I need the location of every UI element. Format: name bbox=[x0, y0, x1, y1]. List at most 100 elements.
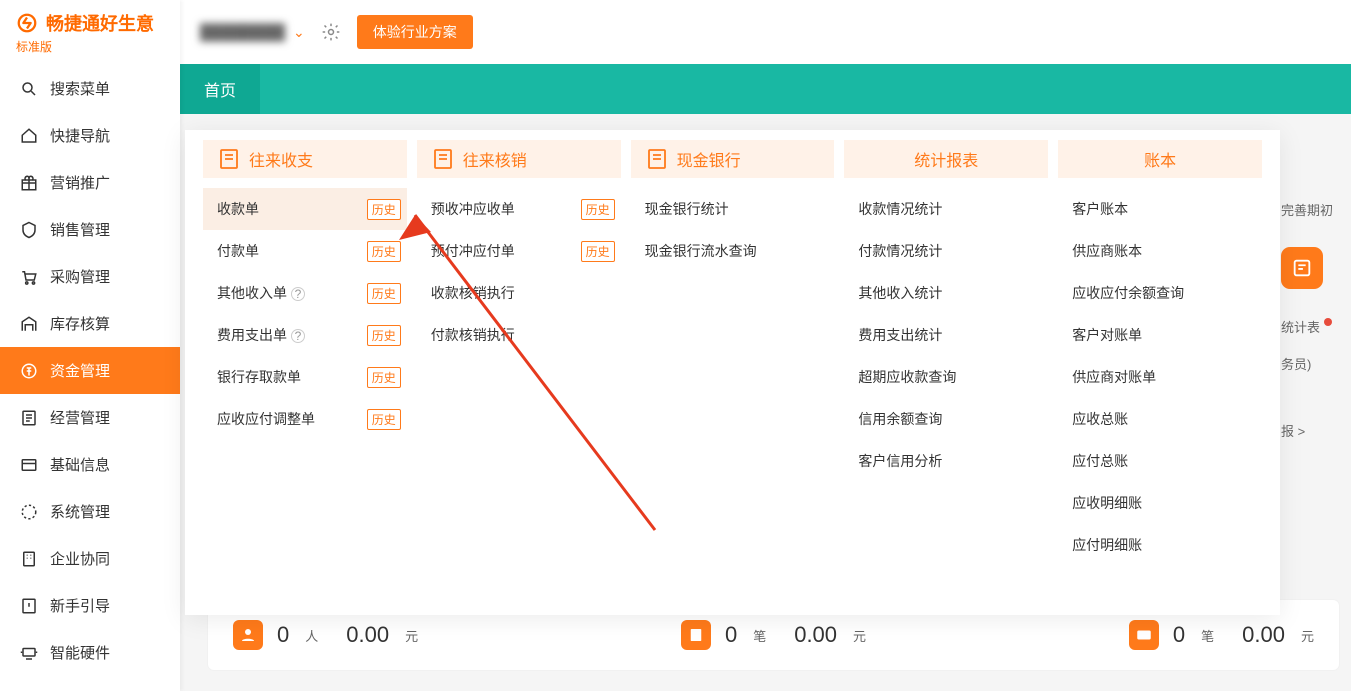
sidebar-item-label: 企业协同 bbox=[50, 548, 110, 569]
menu-item-0-3[interactable]: 费用支出单?历史 bbox=[203, 314, 407, 356]
mega-section-2: 现金银行现金银行统计现金银行流水查询 bbox=[631, 140, 835, 605]
history-button[interactable]: 历史 bbox=[367, 241, 401, 262]
menu-item-0-1[interactable]: 付款单 历史 bbox=[203, 230, 407, 272]
gear-icon[interactable] bbox=[321, 22, 341, 42]
menu-item-1-3[interactable]: 付款核销执行 bbox=[417, 314, 621, 356]
warehouse-icon bbox=[20, 315, 38, 333]
menu-item-label: 应收明细账 bbox=[1072, 493, 1142, 513]
stat-1: 0人 0.00元 bbox=[233, 620, 418, 650]
right-hint-2[interactable]: 报 > bbox=[1281, 421, 1305, 440]
operate-icon bbox=[20, 409, 38, 427]
menu-item-label: 付款单 bbox=[217, 241, 259, 261]
menu-item-1-2[interactable]: 收款核销执行 bbox=[417, 272, 621, 314]
history-button[interactable]: 历史 bbox=[367, 283, 401, 304]
sidebar-item-4[interactable]: 采购管理 bbox=[0, 253, 180, 300]
data-icon bbox=[20, 456, 38, 474]
stat-icon-people bbox=[233, 620, 263, 650]
menu-item-2-0[interactable]: 现金银行统计 bbox=[631, 188, 835, 230]
menu-item-4-7[interactable]: 应收明细账 bbox=[1058, 482, 1262, 524]
menu-item-2-1[interactable]: 现金银行流水查询 bbox=[631, 230, 835, 272]
right-hint-1: 完善期初 bbox=[1281, 200, 1333, 219]
sidebar-item-7[interactable]: 经营管理 bbox=[0, 394, 180, 441]
menu-item-4-0[interactable]: 客户账本 bbox=[1058, 188, 1262, 230]
stat-3: 0笔 0.00元 bbox=[1129, 620, 1314, 650]
help-icon[interactable]: ? bbox=[291, 329, 305, 343]
menu-item-3-6[interactable]: 客户信用分析 bbox=[844, 440, 1048, 482]
floating-badge-icon[interactable] bbox=[1281, 247, 1323, 289]
sidebar-item-label: 搜索菜单 bbox=[50, 78, 110, 99]
sidebar-item-1[interactable]: 快捷导航 bbox=[0, 112, 180, 159]
sidebar-item-label: 系统管理 bbox=[50, 501, 110, 522]
company-selector[interactable]: ████████ ⌄ bbox=[200, 24, 305, 41]
menu-item-3-2[interactable]: 其他收入统计 bbox=[844, 272, 1048, 314]
sidebar-item-11[interactable]: 新手引导 bbox=[0, 582, 180, 629]
menu-item-label: 信用余额查询 bbox=[858, 409, 942, 429]
history-button[interactable]: 历史 bbox=[367, 367, 401, 388]
section-header: 往来核销 bbox=[417, 140, 621, 178]
sidebar-item-label: 快捷导航 bbox=[50, 125, 110, 146]
tab-bar: 首页 bbox=[180, 64, 1351, 114]
menu-item-4-1[interactable]: 供应商账本 bbox=[1058, 230, 1262, 272]
sidebar-item-label: 智能硬件 bbox=[50, 642, 110, 663]
help-icon[interactable]: ? bbox=[291, 287, 305, 301]
menu-item-label: 应收应付余额查询 bbox=[1072, 283, 1184, 303]
section-title: 账本 bbox=[1144, 147, 1176, 171]
history-button[interactable]: 历史 bbox=[367, 325, 401, 346]
sidebar-item-0[interactable]: 搜索菜单 bbox=[0, 65, 180, 112]
history-button[interactable]: 历史 bbox=[581, 199, 615, 220]
menu-item-1-1[interactable]: 预付冲应付单历史 bbox=[417, 230, 621, 272]
topbar: ████████ ⌄ 体验行业方案 bbox=[180, 0, 1351, 64]
sidebar-item-6[interactable]: 资金管理 bbox=[0, 347, 180, 394]
menu-item-3-4[interactable]: 超期应收款查询 bbox=[844, 356, 1048, 398]
menu-item-4-4[interactable]: 供应商对账单 bbox=[1058, 356, 1262, 398]
sidebar-item-2[interactable]: 营销推广 bbox=[0, 159, 180, 206]
menu-item-label: 超期应收款查询 bbox=[858, 367, 956, 387]
section-header: 账本 bbox=[1058, 140, 1262, 178]
mega-section-3: 统计报表收款情况统计付款情况统计其他收入统计费用支出统计超期应收款查询信用余额查… bbox=[844, 140, 1048, 605]
menu-item-4-6[interactable]: 应付总账 bbox=[1058, 440, 1262, 482]
menu-item-label: 应付明细账 bbox=[1072, 535, 1142, 555]
menu-item-4-2[interactable]: 应收应付余额查询 bbox=[1058, 272, 1262, 314]
sidebar-item-8[interactable]: 基础信息 bbox=[0, 441, 180, 488]
sidebar-item-label: 经营管理 bbox=[50, 407, 110, 428]
menu-item-3-1[interactable]: 付款情况统计 bbox=[844, 230, 1048, 272]
menu-item-3-0[interactable]: 收款情况统计 bbox=[844, 188, 1048, 230]
menu-item-label: 收款情况统计 bbox=[858, 199, 942, 219]
history-button[interactable]: 历史 bbox=[367, 199, 401, 220]
sidebar-item-12[interactable]: 智能硬件 bbox=[0, 629, 180, 676]
menu-item-1-0[interactable]: 预收冲应收单历史 bbox=[417, 188, 621, 230]
money-icon bbox=[20, 362, 38, 380]
menu-item-0-2[interactable]: 其他收入单?历史 bbox=[203, 272, 407, 314]
section-header: 统计报表 bbox=[844, 140, 1048, 178]
menu-item-3-3[interactable]: 费用支出统计 bbox=[844, 314, 1048, 356]
industry-plan-button[interactable]: 体验行业方案 bbox=[357, 15, 473, 49]
guide-icon bbox=[20, 597, 38, 615]
brand-title: 畅捷通好生意 bbox=[46, 10, 154, 36]
sidebar-item-5[interactable]: 库存核算 bbox=[0, 300, 180, 347]
sidebar-item-10[interactable]: 企业协同 bbox=[0, 535, 180, 582]
sidebar-item-3[interactable]: 销售管理 bbox=[0, 206, 180, 253]
section-header: 往来收支 bbox=[203, 140, 407, 178]
menu-item-3-5[interactable]: 信用余额查询 bbox=[844, 398, 1048, 440]
menu-item-4-5[interactable]: 应收总账 bbox=[1058, 398, 1262, 440]
menu-item-0-5[interactable]: 应收应付调整单历史 bbox=[203, 398, 407, 440]
section-title: 统计报表 bbox=[914, 147, 978, 171]
menu-item-label: 供应商对账单 bbox=[1072, 367, 1156, 387]
sidebar-item-9[interactable]: 系统管理 bbox=[0, 488, 180, 535]
sales-icon bbox=[20, 221, 38, 239]
menu-item-4-3[interactable]: 客户对账单 bbox=[1058, 314, 1262, 356]
tab-home[interactable]: 首页 bbox=[180, 64, 260, 114]
enterprise-icon bbox=[20, 550, 38, 568]
hardware-icon bbox=[20, 644, 38, 662]
menu-item-label: 应付总账 bbox=[1072, 451, 1128, 471]
menu-item-4-8[interactable]: 应付明细账 bbox=[1058, 524, 1262, 566]
menu-item-label: 客户账本 bbox=[1072, 199, 1128, 219]
menu-item-0-4[interactable]: 银行存取款单 历史 bbox=[203, 356, 407, 398]
menu-item-0-0[interactable]: 收款单历史 bbox=[203, 188, 407, 230]
red-dot-icon bbox=[1324, 318, 1332, 326]
history-button[interactable]: 历史 bbox=[367, 409, 401, 430]
sidebar-item-label: 销售管理 bbox=[50, 219, 110, 240]
menu-item-label: 银行存取款单 bbox=[217, 367, 301, 387]
right-line-1b: 务员) bbox=[1281, 354, 1311, 373]
history-button[interactable]: 历史 bbox=[581, 241, 615, 262]
